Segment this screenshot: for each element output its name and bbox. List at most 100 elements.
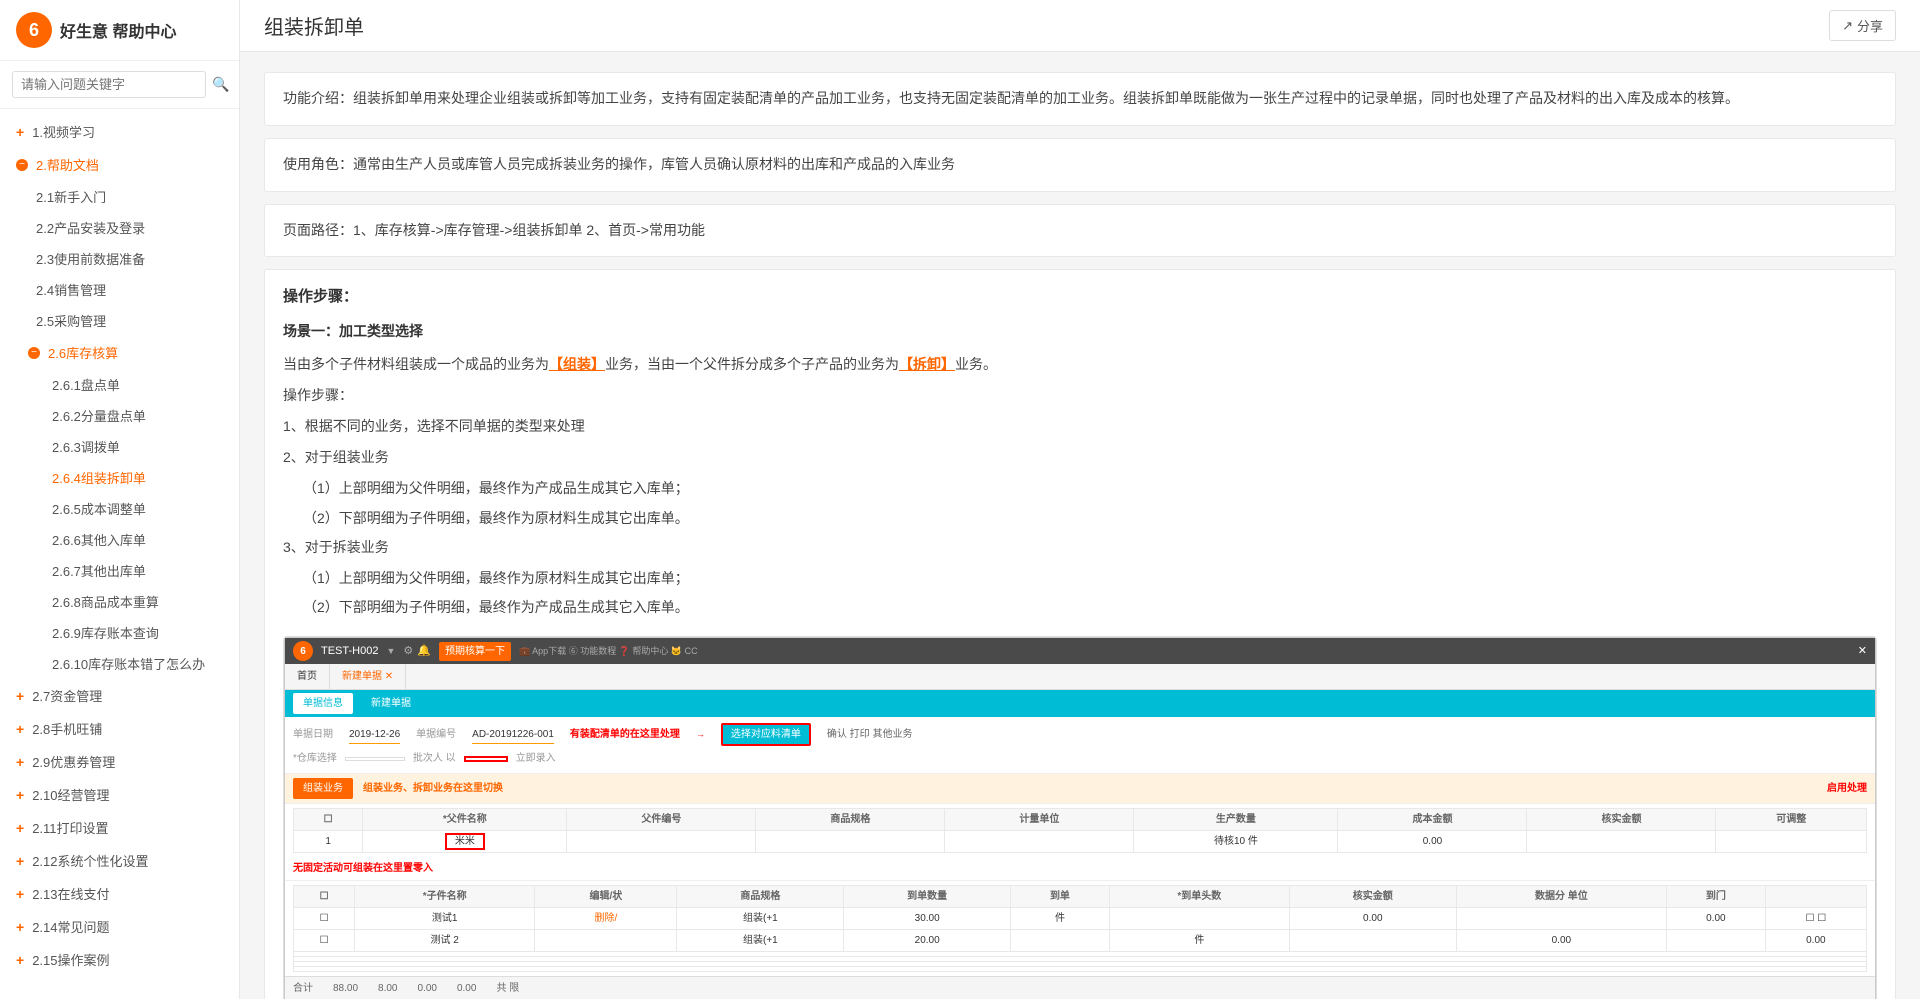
sim-lower-spec2: 组装(+1 (677, 930, 844, 952)
path-text: 页面路径：1、库存核算->库存管理->组装拆卸单 2、首页->常用功能 (283, 222, 705, 238)
steps-block: 操作步骤： 场景一：加工类型选择 当由多个子件材料组装成一个成品的业务为【组装】… (264, 269, 1896, 999)
sim-tab-new[interactable]: 新建单据 ✕ (330, 664, 406, 689)
sim-col-actual: 核实金额 (1527, 809, 1716, 831)
intro-block: 功能介绍：组装拆卸单用来处理企业组装或拆卸等加工业务，支持有固定装配清单的产品加… (264, 72, 1896, 126)
sidebar-item-other-in[interactable]: 2.6.6其他入库单 (0, 524, 239, 555)
sim-footer-total-label: 合计 (293, 980, 313, 997)
sim-save-btn[interactable]: 立即录入 (516, 750, 556, 767)
sidebar-item-videos[interactable]: + 1.视频学习 (0, 115, 239, 148)
sidebar-item-purchase[interactable]: 2.5采购管理 (0, 305, 239, 336)
sidebar-item-cost-recalc[interactable]: 2.6.8商品成本重算 (0, 586, 239, 617)
sidebar-item-coupon[interactable]: + 2.9优惠券管理 (0, 745, 239, 778)
sidebar-item-print[interactable]: + 2.11打印设置 (0, 811, 239, 844)
app-logo-icon: 6 (16, 12, 52, 48)
sim-lower-action1[interactable]: ☐ ☐ (1765, 908, 1866, 930)
sidebar-item-personalize[interactable]: + 2.12系统个性化设置 (0, 844, 239, 877)
sim-sub-tab-new[interactable]: 新建单据 (361, 693, 421, 714)
sidebar-item-finance[interactable]: + 2.7资金管理 (0, 679, 239, 712)
main-panel: 组装拆卸单 ↗ 分享 功能介绍：组装拆卸单用来处理企业组装或拆卸等加工业务，支持… (240, 0, 1920, 999)
search-button[interactable]: 🔍 (212, 76, 229, 93)
sim-close-icon: ✕ (1858, 642, 1867, 661)
sim-lower-name2: 测试 2 (355, 930, 535, 952)
sim-cell-actual (1527, 831, 1716, 853)
sidebar-item-label: 2.9优惠券管理 (32, 752, 115, 771)
sidebar-item-sales[interactable]: 2.4销售管理 (0, 274, 239, 305)
sim-type-toggle[interactable]: 组装业务 (293, 778, 353, 799)
sidebar-item-transfer[interactable]: 2.6.3调拨单 (0, 431, 239, 462)
sim-col-cost: 成本金额 (1338, 809, 1527, 831)
table-row (294, 967, 1867, 972)
sidebar-item-mobile[interactable]: + 2.8手机旺铺 (0, 712, 239, 745)
sidebar-item-inventory[interactable]: − 2.6库存核算 (0, 336, 239, 369)
sim-form-no-value: AD-20191226-001 (472, 726, 554, 744)
sidebar-item-label: 2.14常见问题 (32, 917, 109, 936)
sim-col-checkbox: ☐ (294, 809, 363, 831)
sim-lower-amount1: 0.00 (1289, 908, 1456, 930)
sidebar-item-cost-adjust[interactable]: 2.6.5成本调整单 (0, 493, 239, 524)
sim-upper-table: ☐ *父件名称 父件编号 商品规格 计量单位 生产数量 成本金额 核实金额 可调… (293, 808, 1867, 853)
sim-lower-sub2: 0.00 (1456, 930, 1666, 952)
sim-lower-check2: ☐ (294, 930, 355, 952)
sim-cell-adj (1716, 831, 1867, 853)
sidebar-item-other-out[interactable]: 2.6.7其他出库单 (0, 555, 239, 586)
sidebar-item-label: 2.13在线支付 (32, 884, 109, 903)
sidebar-item-install[interactable]: 2.2产品安装及登录 (0, 212, 239, 243)
sim-lower-sub1 (1456, 908, 1666, 930)
sim-lower-name1: 测试1 (355, 908, 535, 930)
nav-tree: + 1.视频学习 − 2.帮助文档 2.1新手入门 2.2产品安装及登录 2.3… (0, 109, 239, 999)
logo-bar: 6 好生意 帮助中心 (0, 0, 239, 61)
sim-footer: 合计 88.00 8.00 0.00 0.00 共 限 (285, 976, 1875, 999)
sim-lower-table-container: ☐ *子件名称 编辑/状 商品规格 到单数量 到单 *到单头数 核实金额 数据分… (285, 880, 1875, 976)
sim-lower-head1 (1109, 908, 1289, 930)
sim-upper-table-container: ☐ *父件名称 父件编号 商品规格 计量单位 生产数量 成本金额 核实金额 可调… (285, 804, 1875, 857)
share-button[interactable]: ↗ 分享 (1829, 10, 1896, 41)
sidebar-item-assembly[interactable]: 2.6.4组装拆卸单 (0, 462, 239, 493)
sim-zero-annotation: 无固定活动可组装在这里置零入 (293, 863, 433, 874)
sim-bom-btn[interactable]: 选择对应料清单 (721, 723, 811, 746)
page-title: 组装拆卸单 (264, 11, 364, 40)
search-bar: 🔍 (0, 61, 239, 109)
collapse-icon: − (16, 159, 28, 171)
sim-lower-col-edit: 编辑/状 (535, 886, 677, 908)
sidebar-item-stocktake[interactable]: 2.6.1盘点单 (0, 369, 239, 400)
sidebar-item-faq[interactable]: + 2.14常见问题 (0, 910, 239, 943)
sim-form-date-value: 2019-12-26 (349, 726, 400, 744)
expand-icon: + (16, 787, 24, 803)
sidebar-item-operations[interactable]: + 2.10经营管理 (0, 778, 239, 811)
sidebar-item-label: 1.视频学习 (32, 122, 95, 141)
sim-upper-table-body: 1 米米 待核10 件 0.00 (294, 831, 1867, 853)
table-row: ☐ 测试 2 组装(+1 20.00 件 0.00 (294, 930, 1867, 952)
sim-parent-name-input[interactable]: 米米 (445, 833, 485, 850)
sim-empty-row4 (294, 967, 1867, 972)
sidebar-item-stock-ledger[interactable]: 2.6.9库存账本查询 (0, 617, 239, 648)
sidebar-item-payment[interactable]: + 2.13在线支付 (0, 877, 239, 910)
sim-footer-val4: 0.00 (457, 980, 476, 997)
sidebar-item-docs[interactable]: − 2.帮助文档 (0, 148, 239, 181)
sim-form-count-label: 批次人 以 (413, 750, 456, 767)
sim-cell-cost: 0.00 (1338, 831, 1527, 853)
scenario1-title: 场景一：加工类型选择 (283, 320, 1877, 344)
sidebar-item-label: 2.6库存核算 (48, 343, 118, 362)
sidebar-item-partial-stocktake[interactable]: 2.6.2分量盘点单 (0, 400, 239, 431)
sim-sub-tab-bar: 单据信息 新建单据 (285, 690, 1875, 717)
search-input[interactable] (12, 71, 206, 98)
sim-tab-home[interactable]: 首页 (285, 664, 330, 689)
sidebar-item-beginner[interactable]: 2.1新手入门 (0, 181, 239, 212)
share-icon: ↗ (1842, 18, 1853, 34)
sim-lower-col-check: ☐ (294, 886, 355, 908)
step1: 1、根据不同的业务，选择不同单据的类型来处理 (283, 414, 1877, 439)
step2-sub2: （2）下部明细为子件明细，最终作为原材料生成其它出库单。 (303, 506, 1877, 531)
sim-enable-annotation: 启用处理 (1827, 780, 1867, 797)
sim-form-highlight-input[interactable] (464, 756, 508, 762)
sidebar-item-stock-fix[interactable]: 2.6.10库存账本错了怎么办 (0, 648, 239, 679)
sidebar-item-dataprep[interactable]: 2.3使用前数据准备 (0, 243, 239, 274)
sim-lower-col-sub: 数据分 单位 (1456, 886, 1666, 908)
annotation1: 有装配清单的在这里处理 (570, 726, 680, 743)
sim-lower-edit1: 删除/ (535, 908, 677, 930)
sim-form-warehouse-label: *仓库选择 (293, 750, 337, 767)
sim-col-adj: 可调整 (1716, 809, 1867, 831)
sim-sub-tab-active[interactable]: 单据信息 (293, 693, 353, 714)
sim-lower-col-spec: 商品规格 (677, 886, 844, 908)
sim-col-parent-name: *父件名称 (363, 809, 567, 831)
sidebar-item-cases[interactable]: + 2.15操作案例 (0, 943, 239, 976)
